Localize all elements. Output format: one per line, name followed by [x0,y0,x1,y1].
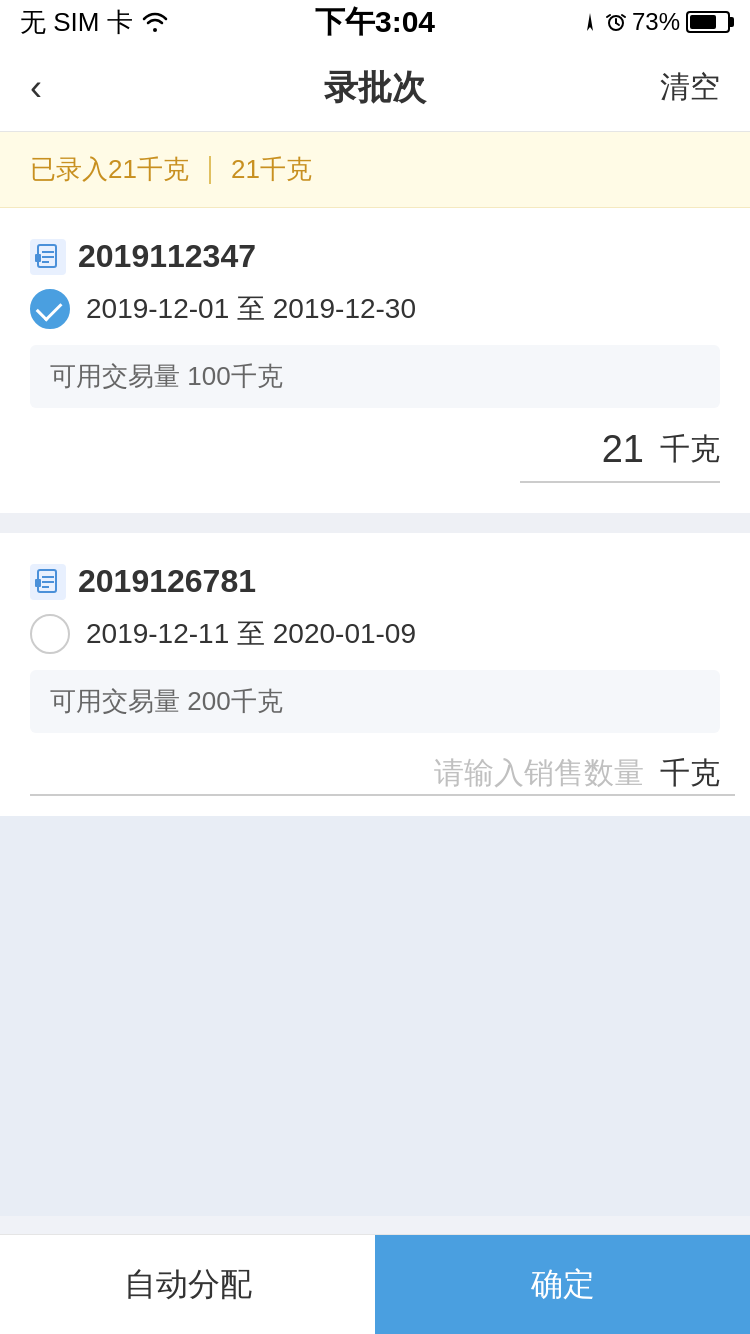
batch1-id: 2019112347 [78,238,256,275]
batch1-amount-row: 21 千克 [0,408,750,481]
batch2-input-row: 请输入销售数量 千克 [0,733,750,794]
confirm-button[interactable]: 确定 [375,1235,750,1334]
batch-card-1: 2019112347 2019-12-01 至 2019-12-30 可用交易量… [0,208,750,513]
status-bar: 无 SIM 卡 下午3:04 73% [0,0,750,44]
batch1-avail: 可用交易量 100千克 [30,345,720,408]
info-banner: 已录入21千克 21千克 [0,132,750,208]
batch2-radio[interactable] [30,614,70,654]
status-right: 73% [580,8,730,36]
batch2-avail: 可用交易量 200千克 [30,670,720,733]
batch2-icon [30,564,66,600]
back-button[interactable]: ‹ [30,67,42,109]
doc-icon-2 [35,569,61,595]
carrier-info: 无 SIM 卡 [20,5,169,40]
svg-rect-7 [35,254,41,262]
info-divider [209,156,211,184]
entered-amount: 21千克 [231,152,312,187]
bottom-bar: 自动分配 确定 [0,1234,750,1334]
batch1-date-row: 2019-12-01 至 2019-12-30 [30,289,720,329]
batch1-unit: 千克 [660,429,720,470]
location-icon [580,12,600,32]
batch1-date: 2019-12-01 至 2019-12-30 [86,290,416,328]
batch2-unit: 千克 [660,753,720,794]
batch1-header-area: 2019112347 2019-12-01 至 2019-12-30 可用交易量… [0,208,750,408]
batch2-id: 2019126781 [78,563,256,600]
carrier-text: 无 SIM 卡 [20,5,133,40]
batch1-amount-value: 21 [602,428,644,471]
clear-button[interactable]: 清空 [660,67,720,108]
batch1-radio[interactable] [30,289,70,329]
wifi-icon [141,12,169,32]
auto-distribute-button[interactable]: 自动分配 [0,1235,375,1334]
batch-card-2: 2019126781 2019-12-11 至 2020-01-09 可用交易量… [0,533,750,816]
batch2-date-row: 2019-12-11 至 2020-01-09 [30,614,720,654]
doc-icon [35,244,61,270]
battery-fill [690,15,716,29]
status-time: 下午3:04 [315,2,435,43]
section-separator [0,513,750,533]
entered-label: 已录入21千克 [30,152,189,187]
svg-line-2 [616,23,619,25]
batch2-input-placeholder: 请输入销售数量 [434,753,644,794]
alarm-icon [606,12,626,32]
batch2-date: 2019-12-11 至 2020-01-09 [86,615,416,653]
batch1-icon [30,239,66,275]
batch2-header-area: 2019126781 2019-12-11 至 2020-01-09 可用交易量… [0,533,750,733]
battery-percent: 73% [632,8,680,36]
page-title: 录批次 [324,65,426,111]
batch2-header: 2019126781 [30,563,720,600]
nav-bar: ‹ 录批次 清空 [0,44,750,132]
batch1-header: 2019112347 [30,238,720,275]
empty-area [0,816,750,1216]
svg-rect-12 [35,579,41,587]
battery-icon [686,11,730,33]
